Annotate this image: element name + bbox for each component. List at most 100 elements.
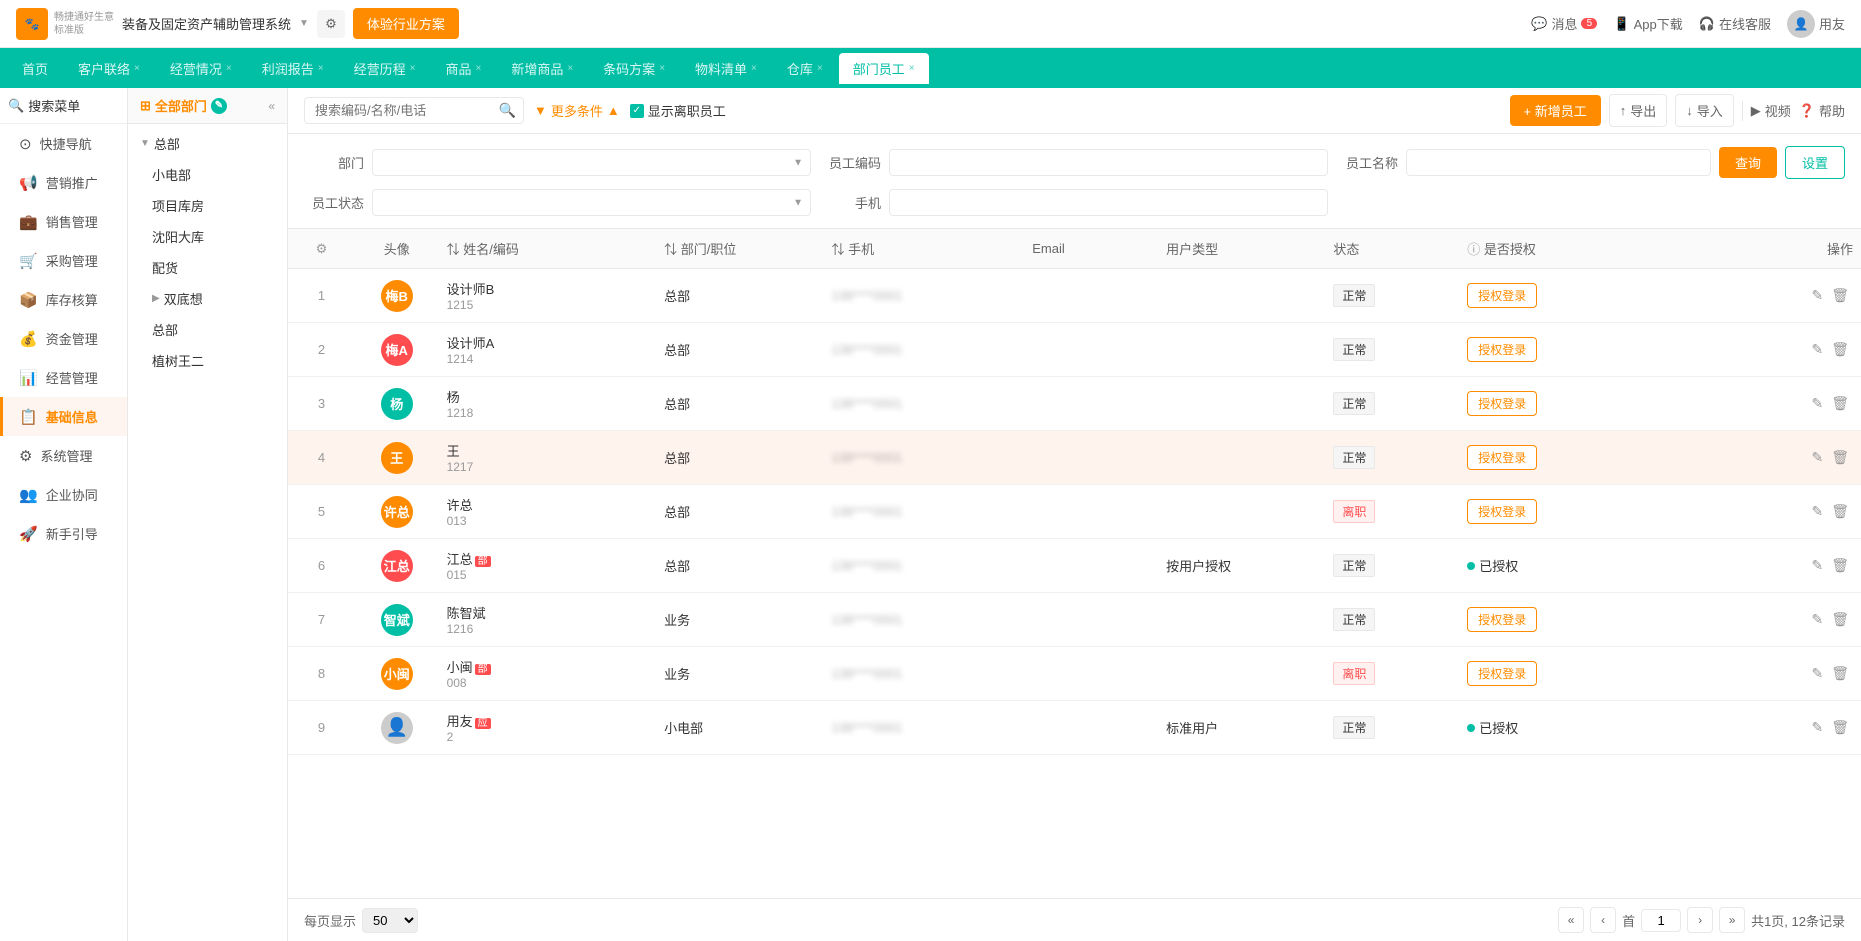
search-input[interactable] [304, 97, 524, 124]
edit-button[interactable]: ✎ [1807, 555, 1827, 576]
nav-tab-商品[interactable]: 商品× [431, 53, 495, 84]
message-button[interactable]: 💬 消息 5 [1531, 14, 1597, 33]
edit-button[interactable]: ✎ [1807, 285, 1827, 306]
delete-button[interactable]: 🗑 [1827, 339, 1853, 360]
settings-icon[interactable]: ⚙ [316, 241, 328, 256]
last-page-button[interactable]: » [1719, 907, 1745, 933]
nav-item-销售管理[interactable]: 💼销售管理 [0, 202, 127, 241]
filter-empstatus-select[interactable] [372, 189, 811, 216]
nav-item-资金管理[interactable]: 💰资金管理 [0, 319, 127, 358]
nav-tab-仓库[interactable]: 仓库× [773, 53, 837, 84]
app-download-button[interactable]: 📱 App下载 [1613, 14, 1682, 33]
tab-close-icon[interactable]: × [134, 63, 140, 74]
online-service-button[interactable]: 🎧 在线客服 [1699, 14, 1771, 33]
tab-close-icon[interactable]: × [410, 63, 416, 74]
status-badge: 离职 [1333, 500, 1375, 523]
auth-button[interactable]: 授权登录 [1467, 391, 1537, 416]
nav-tab-首页[interactable]: 首页 [8, 53, 62, 84]
nav-item-采购管理[interactable]: 🛒采购管理 [0, 241, 127, 280]
nav-tab-物料清单[interactable]: 物料清单× [681, 53, 771, 84]
trial-button[interactable]: 体验行业方案 [353, 8, 459, 39]
nav-item-经营管理[interactable]: 📊经营管理 [0, 358, 127, 397]
nav-tab-条码方案[interactable]: 条码方案× [589, 53, 679, 84]
nav-tab-客户联络[interactable]: 客户联络× [64, 53, 154, 84]
dept-collapse-button[interactable]: « [268, 99, 275, 113]
tab-close-icon[interactable]: × [909, 63, 915, 74]
query-button[interactable]: 查询 [1719, 147, 1777, 178]
filter-empcode-input[interactable] [889, 149, 1328, 176]
nav-item-基础信息[interactable]: 📋基础信息 [0, 397, 127, 436]
delete-button[interactable]: 🗑 [1827, 609, 1853, 630]
delete-button[interactable]: 🗑 [1827, 285, 1853, 306]
delete-button[interactable]: 🗑 [1827, 447, 1853, 468]
edit-button[interactable]: ✎ [1807, 717, 1827, 738]
dept-tree-item[interactable]: ▼总部 [128, 128, 287, 159]
export-button[interactable]: ↑ 导出 [1609, 94, 1668, 127]
edit-button[interactable]: ✎ [1807, 501, 1827, 522]
nav-tab-经营历程[interactable]: 经营历程× [340, 53, 430, 84]
gear-button[interactable]: ⚙ [317, 10, 345, 38]
auth-button[interactable]: 授权登录 [1467, 283, 1537, 308]
dept-tree-item[interactable]: 植树王二 [128, 345, 287, 376]
add-employee-button[interactable]: + 新增员工 [1510, 95, 1601, 126]
tab-close-icon[interactable]: × [475, 63, 481, 74]
delete-button[interactable]: 🗑 [1827, 393, 1853, 414]
tab-close-icon[interactable]: × [659, 63, 665, 74]
auth-button[interactable]: 授权登录 [1467, 607, 1537, 632]
nav-item-快捷导航[interactable]: ⊙快捷导航 [0, 124, 127, 163]
tab-close-icon[interactable]: × [567, 63, 573, 74]
page-number-input[interactable] [1641, 909, 1681, 932]
auth-button[interactable]: 授权登录 [1467, 499, 1537, 524]
edit-button[interactable]: ✎ [1807, 447, 1827, 468]
dept-tree-item[interactable]: 总部 [128, 314, 287, 345]
edit-button[interactable]: ✎ [1807, 663, 1827, 684]
nav-item-库存核算[interactable]: 📦库存核算 [0, 280, 127, 319]
set-button[interactable]: 设置 [1785, 146, 1845, 179]
tab-close-icon[interactable]: × [318, 63, 324, 74]
delete-button[interactable]: 🗑 [1827, 717, 1853, 738]
tab-close-icon[interactable]: × [817, 63, 823, 74]
dept-tree-item[interactable]: 项目库房 [128, 190, 287, 221]
nav-item-企业协同[interactable]: 👥企业协同 [0, 475, 127, 514]
nav-item-系统管理[interactable]: ⚙系统管理 [0, 436, 127, 475]
nav-item-新手引导[interactable]: 🚀新手引导 [0, 514, 127, 553]
filter-empname-input[interactable] [1406, 149, 1711, 176]
prev-page-button[interactable]: ‹ [1590, 907, 1616, 933]
filter-phone-input[interactable] [889, 189, 1328, 216]
filter-dept-select[interactable] [372, 149, 811, 176]
next-page-button[interactable]: › [1687, 907, 1713, 933]
nav-tab-经营情况[interactable]: 经营情况× [156, 53, 246, 84]
delete-button[interactable]: 🗑 [1827, 555, 1853, 576]
dept-tree-item[interactable]: 沈阳大库 [128, 221, 287, 252]
show-resigned-checkbox[interactable]: ✓ [630, 104, 644, 118]
more-filter-button[interactable]: ▼ 更多条件 ▲ [534, 101, 620, 120]
dept-tree-item[interactable]: 配货 [128, 252, 287, 283]
video-button[interactable]: ▶ 视频 [1751, 101, 1791, 120]
nav-item-营销推广[interactable]: 📢营销推广 [0, 163, 127, 202]
auth-button[interactable]: 授权登录 [1467, 337, 1537, 362]
page-size-select[interactable]: 50 100 [362, 908, 418, 933]
tab-close-icon[interactable]: × [751, 63, 757, 74]
delete-button[interactable]: 🗑 [1827, 501, 1853, 522]
edit-button[interactable]: ✎ [1807, 339, 1827, 360]
sort-phone-icon[interactable]: ⇅ [831, 242, 844, 257]
edit-button[interactable]: ✎ [1807, 393, 1827, 414]
nav-tab-新增商品[interactable]: 新增商品× [497, 53, 587, 84]
dept-tree-item[interactable]: 小电部 [128, 159, 287, 190]
delete-button[interactable]: 🗑 [1827, 663, 1853, 684]
show-resigned-toggle[interactable]: ✓ 显示离职员工 [630, 101, 726, 120]
nav-tab-部门员工[interactable]: 部门员工× [839, 53, 929, 84]
dept-tree-item[interactable]: ▶双底想 [128, 283, 287, 314]
auth-button[interactable]: 授权登录 [1467, 661, 1537, 686]
first-page-button[interactable]: « [1558, 907, 1584, 933]
sort-icon[interactable]: ⇅ [447, 242, 460, 257]
nav-tab-利润报告[interactable]: 利润报告× [248, 53, 338, 84]
auth-button[interactable]: 授权登录 [1467, 445, 1537, 470]
edit-button[interactable]: ✎ [1807, 609, 1827, 630]
help-button[interactable]: ❓ 帮助 [1799, 101, 1845, 120]
user-menu-button[interactable]: 👤 用友 [1787, 10, 1845, 38]
import-button[interactable]: ↓ 导入 [1675, 94, 1734, 127]
tab-close-icon[interactable]: × [226, 63, 232, 74]
system-dropdown-arrow[interactable]: ▼ [299, 18, 309, 29]
sort-dept-icon[interactable]: ⇅ [664, 242, 677, 257]
